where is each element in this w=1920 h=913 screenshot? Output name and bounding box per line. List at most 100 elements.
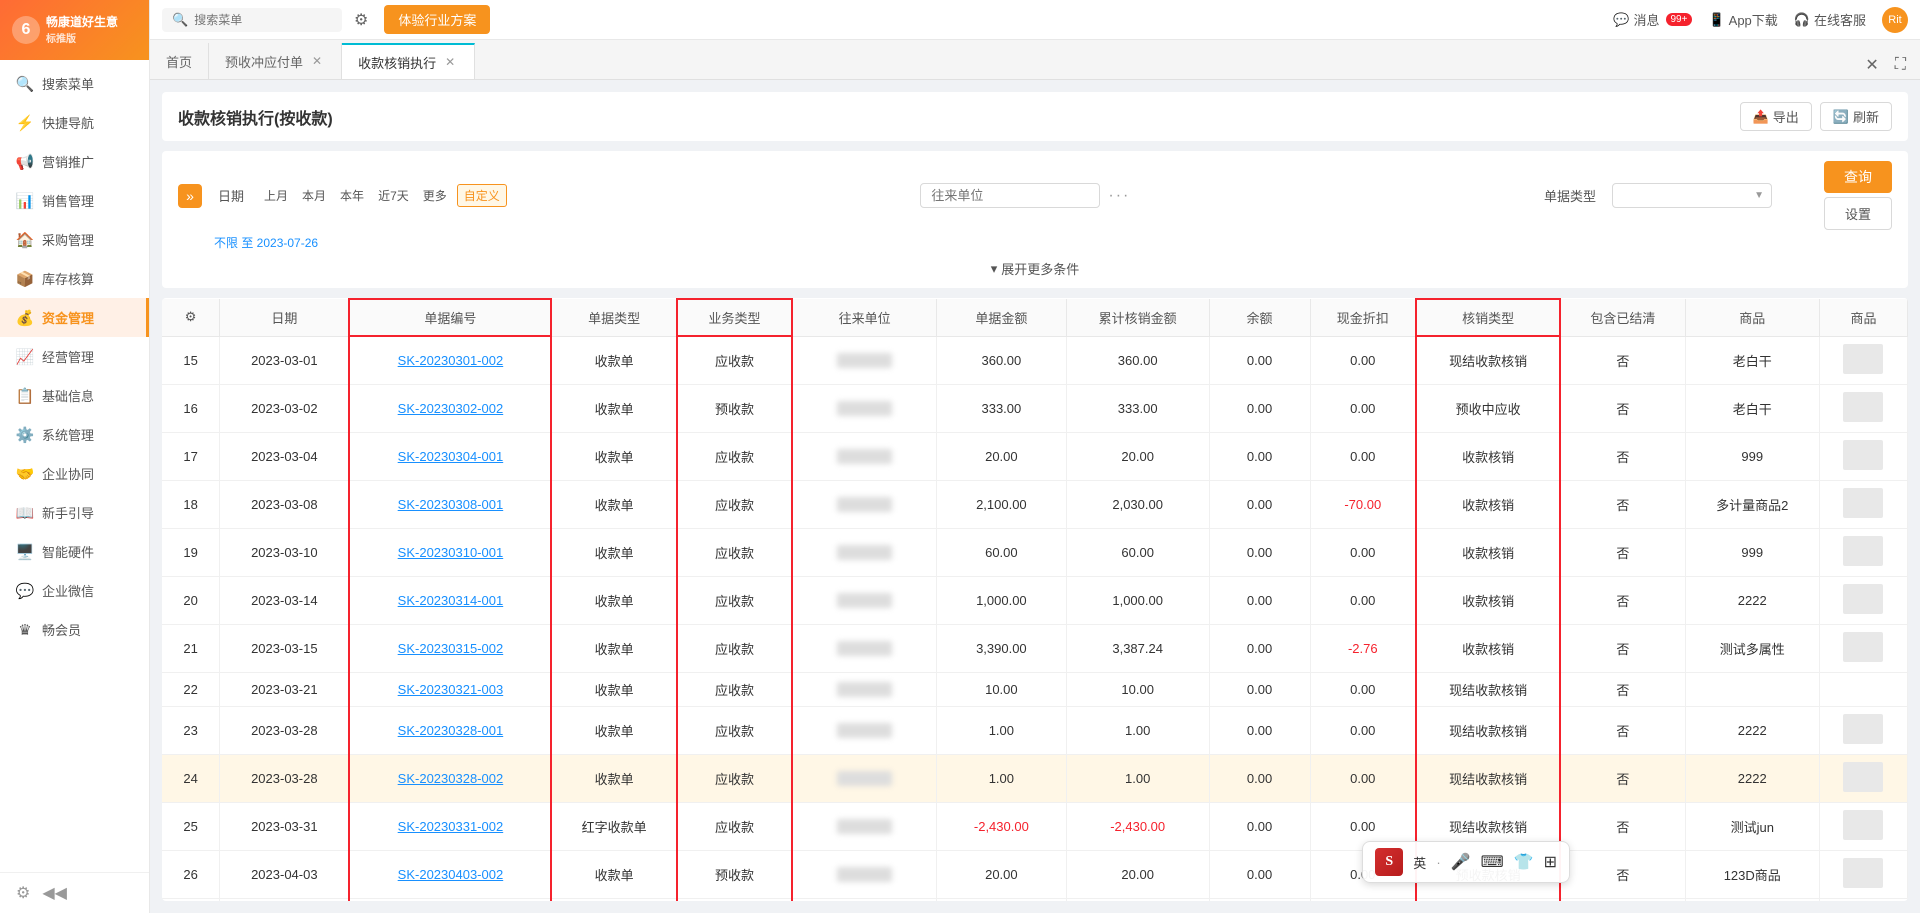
search-area[interactable]: 🔍 xyxy=(162,8,342,32)
ime-grid-icon[interactable]: ⊞ xyxy=(1544,852,1557,872)
order-no-link-1[interactable]: SK-20230302-002 xyxy=(398,401,504,416)
cell-order-type-9: 收款单 xyxy=(551,754,676,802)
table-wrapper[interactable]: ⚙ 日期 单据编号 单据类型 业务类型 往来单位 单据金额 累计核销金额 余额 … xyxy=(162,298,1908,901)
ime-voice-icon[interactable]: 🎤 xyxy=(1451,852,1471,872)
sidebar-item-sales[interactable]: 📊 销售管理 xyxy=(0,181,149,220)
order-no-link-11[interactable]: SK-20230403-002 xyxy=(398,867,504,882)
ime-chinese-icon[interactable]: 英 xyxy=(1413,853,1426,872)
sidebar-item-finance[interactable]: 💰 资金管理 xyxy=(0,298,149,337)
tab-prepayment[interactable]: 预收冲应付单 ✕ xyxy=(209,43,342,79)
message-badge: 99+ xyxy=(1666,13,1693,26)
order-no-link-7[interactable]: SK-20230321-003 xyxy=(398,682,504,697)
partner-dots[interactable]: ··· xyxy=(1108,187,1130,205)
export-button[interactable]: 📤 导出 xyxy=(1740,102,1812,131)
date-opt-last-month[interactable]: 上月 xyxy=(260,185,292,206)
expand-more-button[interactable]: ▾ 展开更多条件 xyxy=(178,259,1892,278)
order-no-link-5[interactable]: SK-20230314-001 xyxy=(398,593,504,608)
partner-value-10: ██████ xyxy=(837,819,892,834)
order-no-link-10[interactable]: SK-20230331-002 xyxy=(398,819,504,834)
cell-cancel-amount-5: 1,000.00 xyxy=(1066,576,1209,624)
cell-biz-type-9: 应收款 xyxy=(677,754,792,802)
tab-close-icon[interactable]: ✕ xyxy=(1861,51,1882,79)
order-type-select[interactable] xyxy=(1612,183,1772,208)
cell-cancel-amount-10: -2,430.00 xyxy=(1066,802,1209,850)
filter-settings-button[interactable]: 设置 xyxy=(1824,197,1892,230)
date-opt-more[interactable]: 更多 xyxy=(419,185,451,206)
cell-num-8: 23 xyxy=(162,706,220,754)
cell-partner-11: ██████ xyxy=(792,850,936,898)
sidebar-item-wechat[interactable]: 💬 企业微信 xyxy=(0,571,149,610)
col-header-order-no: 单据编号 xyxy=(349,299,551,336)
date-opt-this-month[interactable]: 本月 xyxy=(298,185,330,206)
col-header-include-settled: 包含已结清 xyxy=(1560,299,1685,336)
refresh-button[interactable]: 🔄 刷新 xyxy=(1820,102,1892,131)
collapse-icon[interactable]: ◀◀ xyxy=(42,883,67,903)
cell-balance-8: 0.00 xyxy=(1209,706,1310,754)
sidebar-item-system[interactable]: ⚙️ 系统管理 xyxy=(0,415,149,454)
settings-icon[interactable]: ⚙ xyxy=(16,883,30,903)
cell-date-2: 2023-03-04 xyxy=(220,432,350,480)
sidebar-item-inventory[interactable]: 📦 库存核算 xyxy=(0,259,149,298)
date-opt-7days[interactable]: 近7天 xyxy=(374,185,413,206)
search-input[interactable] xyxy=(194,13,314,27)
sidebar-item-purchase[interactable]: 🏠 采购管理 xyxy=(0,220,149,259)
trial-button[interactable]: 体验行业方案 xyxy=(384,5,490,34)
cell-partner-9: ██████ xyxy=(792,754,936,802)
ime-dot: · xyxy=(1436,855,1440,870)
ime-keyboard-icon[interactable]: ⌨ xyxy=(1481,852,1504,872)
date-opt-this-year[interactable]: 本年 xyxy=(336,185,368,206)
online-service-button[interactable]: 🎧 在线客服 xyxy=(1794,10,1866,29)
col-header-settings[interactable]: ⚙ xyxy=(162,299,220,336)
sidebar-item-quick[interactable]: ⚡ 快捷导航 xyxy=(0,103,149,142)
table-row: 18 2023-03-08 SK-20230308-001 收款单 应收款 ██… xyxy=(162,480,1908,528)
sidebar-item-enterprise[interactable]: 🤝 企业协同 xyxy=(0,454,149,493)
order-no-link-8[interactable]: SK-20230328-001 xyxy=(398,723,504,738)
partner-input[interactable] xyxy=(920,183,1100,208)
table-row: 25 2023-03-31 SK-20230331-002 红字收款单 应收款 … xyxy=(162,802,1908,850)
cell-balance-6: 0.00 xyxy=(1209,624,1310,672)
cell-discount-6: -2.76 xyxy=(1310,624,1416,672)
cell-balance-5: 0.00 xyxy=(1209,576,1310,624)
gear-icon[interactable]: ⚙ xyxy=(354,10,368,30)
tab-prepayment-close[interactable]: ✕ xyxy=(309,53,325,69)
sidebar-item-vip[interactable]: ♛ 畅会员 xyxy=(0,610,149,649)
cell-balance-7: 0.00 xyxy=(1209,672,1310,706)
cell-cancel-amount-1: 333.00 xyxy=(1066,384,1209,432)
tab-maximize-icon[interactable]: ⛶ xyxy=(1891,52,1910,78)
sidebar-item-marketing[interactable]: 📢 营销推广 xyxy=(0,142,149,181)
cell-date-7: 2023-03-21 xyxy=(220,672,350,706)
sidebar-item-hardware[interactable]: 🖥️ 智能硬件 xyxy=(0,532,149,571)
order-no-link-9[interactable]: SK-20230328-002 xyxy=(398,771,504,786)
filter-expand-button[interactable]: » xyxy=(178,184,202,208)
cell-partner-7: ██████ xyxy=(792,672,936,706)
expand-more-section: ▾ 展开更多条件 xyxy=(178,259,1892,278)
order-no-link-6[interactable]: SK-20230315-002 xyxy=(398,641,504,656)
partner-value-8: ██████ xyxy=(837,723,892,738)
tab-collection-close[interactable]: ✕ xyxy=(442,54,458,70)
user-avatar[interactable]: Rit xyxy=(1882,7,1908,33)
order-no-link-2[interactable]: SK-20230304-001 xyxy=(398,449,504,464)
order-no-link-3[interactable]: SK-20230308-001 xyxy=(398,497,504,512)
cell-partner-12: ██████ xyxy=(792,898,936,901)
cell-goods2-3 xyxy=(1819,480,1907,528)
ime-shirt-icon[interactable]: 👕 xyxy=(1514,852,1534,872)
message-button[interactable]: 💬 消息 99+ xyxy=(1613,10,1692,29)
cell-include-settled-2: 否 xyxy=(1560,432,1685,480)
sidebar-item-basic[interactable]: 📋 基础信息 xyxy=(0,376,149,415)
app-download-button[interactable]: 📱 App下载 xyxy=(1708,10,1777,29)
sidebar-item-guide[interactable]: 📖 新手引导 xyxy=(0,493,149,532)
order-no-link-4[interactable]: SK-20230310-001 xyxy=(398,545,504,560)
partner-value-6: ██████ xyxy=(837,641,892,656)
date-opt-custom[interactable]: 自定义 xyxy=(457,184,507,207)
query-button[interactable]: 查询 xyxy=(1824,161,1892,193)
partner-value-0: ██████ xyxy=(837,353,892,368)
cell-cancel-amount-0: 360.00 xyxy=(1066,336,1209,384)
cell-order-type-0: 收款单 xyxy=(551,336,676,384)
order-no-link-0[interactable]: SK-20230301-002 xyxy=(398,353,504,368)
tab-home[interactable]: 首页 xyxy=(150,43,209,79)
sidebar-item-search[interactable]: 🔍 搜索菜单 xyxy=(0,64,149,103)
filter-action-buttons: 查询 设置 xyxy=(1824,161,1892,230)
sidebar-item-operation[interactable]: 📈 经营管理 xyxy=(0,337,149,376)
cell-num-2: 17 xyxy=(162,432,220,480)
tab-collection[interactable]: 收款核销执行 ✕ xyxy=(342,43,475,79)
